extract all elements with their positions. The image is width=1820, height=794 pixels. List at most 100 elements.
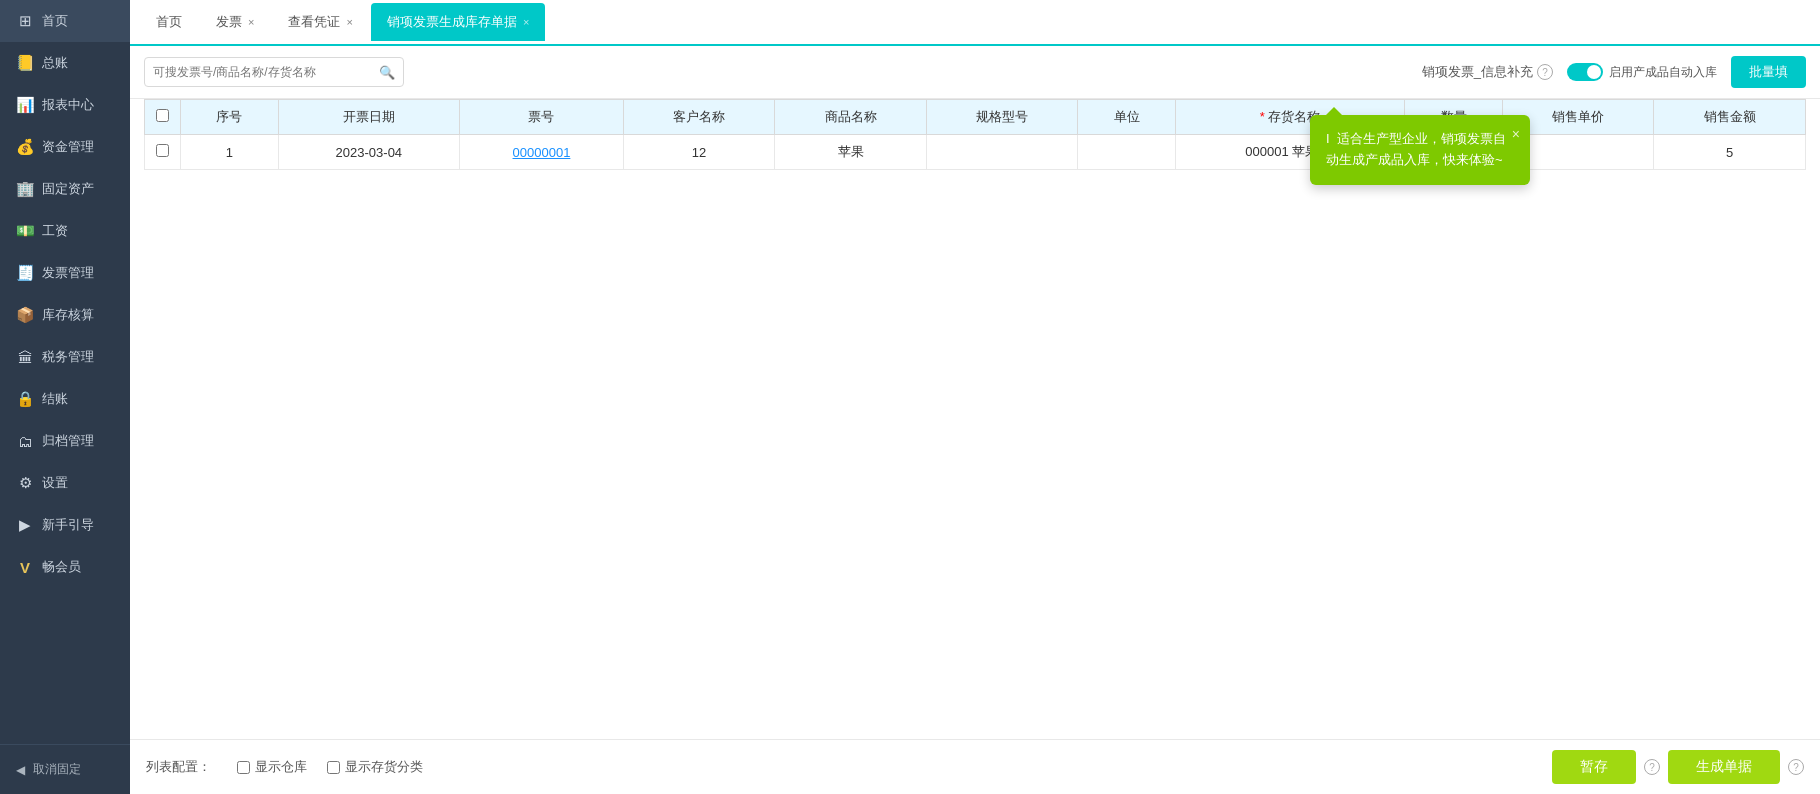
tab-bar: 首页 发票 × 查看凭证 × 销项发票生成库存单据 ×: [130, 0, 1820, 46]
sidebar-label-home: 首页: [42, 12, 68, 30]
toggle-switch[interactable]: 启用产成品自动入库: [1567, 63, 1717, 81]
tab-cancel-invoice-close[interactable]: ×: [523, 16, 529, 28]
info-label: 销项发票_信息补充 ?: [1422, 63, 1553, 81]
tax-icon: 🏛: [16, 349, 34, 366]
payroll-icon: 💵: [16, 222, 34, 240]
tab-cancel-invoice[interactable]: 销项发票生成库存单据 ×: [371, 3, 545, 41]
header-product-name: 商品名称: [775, 100, 927, 135]
guide-icon: ▶: [16, 516, 34, 534]
bottom-actions: 暂存 ? 生成单据 ?: [1552, 750, 1804, 784]
search-box[interactable]: 🔍: [144, 57, 404, 87]
sidebar-label-funds: 资金管理: [42, 138, 94, 156]
sidebar-label-fixed-assets: 固定资产: [42, 180, 94, 198]
batch-fill-button[interactable]: 批量填: [1731, 56, 1806, 88]
sidebar-item-closing[interactable]: 🔒 结账: [0, 378, 130, 420]
toolbar: 🔍 销项发票_信息补充 ? 启用产成品自动入库 批量填: [130, 46, 1820, 99]
list-config-label: 列表配置：: [146, 758, 211, 776]
sidebar-label-vip: 畅会员: [42, 558, 81, 576]
sidebar-item-payroll[interactable]: 💵 工资: [0, 210, 130, 252]
tab-view-voucher-close[interactable]: ×: [346, 16, 352, 28]
row-ticket-no[interactable]: 00000001: [460, 135, 624, 170]
fixed-assets-icon: 🏢: [16, 180, 34, 198]
main-table: 序号 开票日期 票号 客户名称 商品名称 规格型号 单位 * 存货名称 数量 销…: [144, 99, 1806, 170]
row-amount: 5: [1654, 135, 1806, 170]
main-area: 首页 发票 × 查看凭证 × 销项发票生成库存单据 × 🔍 销项发票_信息补充 …: [130, 0, 1820, 794]
row-seq: 1: [181, 135, 279, 170]
info-help-icon[interactable]: ?: [1537, 64, 1553, 80]
sidebar-item-general-ledger[interactable]: 📒 总账: [0, 42, 130, 84]
tab-home[interactable]: 首页: [140, 3, 198, 41]
tab-view-voucher-label: 查看凭证: [288, 13, 340, 31]
generate-button[interactable]: 生成单据: [1668, 750, 1780, 784]
sidebar-item-archive[interactable]: 🗂 归档管理: [0, 420, 130, 462]
header-amount: 销售金额: [1654, 100, 1806, 135]
header-ticket-no: 票号: [460, 100, 624, 135]
invoice-icon: 🧾: [16, 264, 34, 282]
show-category-option[interactable]: 显示存货分类: [327, 758, 423, 776]
show-category-label: 显示存货分类: [345, 758, 423, 776]
header-seq: 序号: [181, 100, 279, 135]
header-unit: 单位: [1078, 100, 1176, 135]
sidebar-item-invoice-mgmt[interactable]: 🧾 发票管理: [0, 252, 130, 294]
ledger-icon: 📒: [16, 54, 34, 72]
tooltip-close-button[interactable]: ×: [1512, 123, 1520, 145]
toolbar-right: 销项发票_信息补充 ? 启用产成品自动入库 批量填: [1422, 56, 1806, 88]
row-product-name: 苹果: [775, 135, 927, 170]
table-wrapper: 序号 开票日期 票号 客户名称 商品名称 规格型号 单位 * 存货名称 数量 销…: [130, 99, 1820, 739]
header-date: 开票日期: [278, 100, 460, 135]
generate-help-icon[interactable]: ?: [1788, 759, 1804, 775]
sidebar-item-inventory[interactable]: 📦 库存核算: [0, 294, 130, 336]
sidebar-label-invoice-mgmt: 发票管理: [42, 264, 94, 282]
table-header-row: 序号 开票日期 票号 客户名称 商品名称 规格型号 单位 * 存货名称 数量 销…: [145, 100, 1806, 135]
tooltip-popup: × I 适合生产型企业，销项发票自动生成产成品入库，快来体验~: [1310, 115, 1530, 185]
sidebar-label-payroll: 工资: [42, 222, 68, 240]
select-all-checkbox[interactable]: [156, 109, 169, 122]
show-category-checkbox[interactable]: [327, 761, 340, 774]
sidebar-item-fixed-assets[interactable]: 🏢 固定资产: [0, 168, 130, 210]
sidebar-label-inventory: 库存核算: [42, 306, 94, 324]
toggle-label: 启用产成品自动入库: [1609, 64, 1717, 81]
sidebar-item-guide[interactable]: ▶ 新手引导: [0, 504, 130, 546]
content-area: 🔍 销项发票_信息补充 ? 启用产成品自动入库 批量填: [130, 46, 1820, 794]
row-checkbox[interactable]: [156, 144, 169, 157]
sidebar-item-tax[interactable]: 🏛 税务管理: [0, 336, 130, 378]
sidebar-label-general-ledger: 总账: [42, 54, 68, 72]
sidebar-label-archive: 归档管理: [42, 432, 94, 450]
row-model: [926, 135, 1078, 170]
tab-view-voucher[interactable]: 查看凭证 ×: [272, 3, 368, 41]
home-icon: ⊞: [16, 12, 34, 30]
funds-icon: 💰: [16, 138, 34, 156]
toggle-thumb: [1587, 65, 1601, 79]
header-model: 规格型号: [926, 100, 1078, 135]
bottom-bar: 列表配置： 显示仓库 显示存货分类 暂存 ? 生成单据 ?: [130, 739, 1820, 794]
show-warehouse-option[interactable]: 显示仓库: [237, 758, 307, 776]
sidebar-item-vip[interactable]: V 畅会员: [0, 546, 130, 588]
header-customer: 客户名称: [623, 100, 775, 135]
tooltip-text: 适合生产型企业，销项发票自动生成产成品入库，快来体验~: [1326, 131, 1506, 167]
save-help-icon[interactable]: ?: [1644, 759, 1660, 775]
table-row: 1 2023-03-04 00000001 12 苹果 000001 苹果 个 …: [145, 135, 1806, 170]
toggle-track[interactable]: [1567, 63, 1603, 81]
closing-icon: 🔒: [16, 390, 34, 408]
sidebar: ⊞ 首页 📒 总账 📊 报表中心 💰 资金管理 🏢 固定资产 💵 工资 🧾 发票…: [0, 0, 130, 794]
tab-invoice[interactable]: 发票 ×: [200, 3, 270, 41]
sidebar-item-funds[interactable]: 💰 资金管理: [0, 126, 130, 168]
row-checkbox-cell: [145, 135, 181, 170]
unpin-button[interactable]: ◀ 取消固定: [0, 753, 130, 786]
row-unit: [1078, 135, 1176, 170]
unpin-label: 取消固定: [33, 761, 81, 778]
sidebar-item-reports[interactable]: 📊 报表中心: [0, 84, 130, 126]
header-checkbox-cell: [145, 100, 181, 135]
sidebar-item-home[interactable]: ⊞ 首页: [0, 0, 130, 42]
sidebar-bottom: ◀ 取消固定: [0, 744, 130, 794]
tab-cancel-invoice-label: 销项发票生成库存单据: [387, 13, 517, 31]
search-input[interactable]: [153, 65, 379, 79]
save-button[interactable]: 暂存: [1552, 750, 1636, 784]
sidebar-label-tax: 税务管理: [42, 348, 94, 366]
inventory-icon: 📦: [16, 306, 34, 324]
info-label-text: 销项发票_信息补充: [1422, 63, 1533, 81]
tab-invoice-close[interactable]: ×: [248, 16, 254, 28]
show-warehouse-checkbox[interactable]: [237, 761, 250, 774]
sidebar-item-settings[interactable]: ⚙ 设置: [0, 462, 130, 504]
sidebar-label-settings: 设置: [42, 474, 68, 492]
